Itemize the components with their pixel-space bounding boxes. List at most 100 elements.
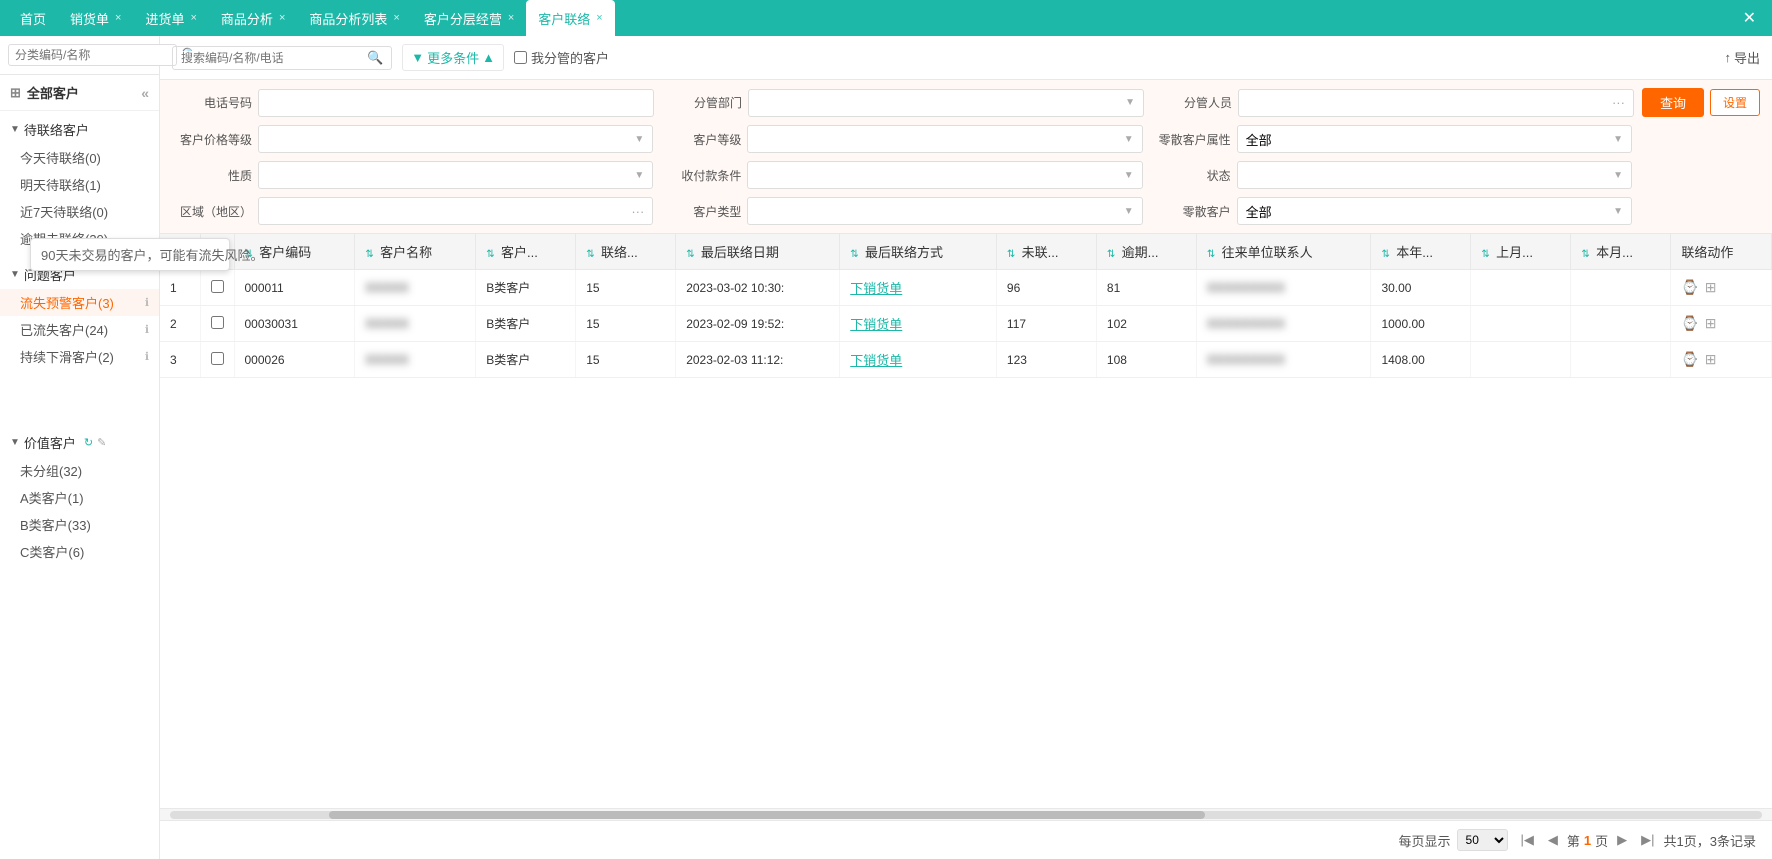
status-select[interactable]: ▼ bbox=[1237, 161, 1632, 189]
filter-row-2: 客户价格等级 ▼ 客户等级 ▼ 零散客户属性 全部 bbox=[172, 125, 1760, 153]
cell-checkbox-2 bbox=[200, 342, 234, 378]
region-dots-icon[interactable]: ··· bbox=[631, 204, 644, 219]
query-button[interactable]: 查询 bbox=[1642, 88, 1704, 117]
tab-product-analysis[interactable]: 商品分析 × bbox=[209, 0, 297, 36]
tab-sales-close[interactable]: × bbox=[115, 12, 121, 24]
tab-purchase-close[interactable]: × bbox=[190, 12, 196, 24]
retail-attr-select[interactable]: 全部 ▼ bbox=[1237, 125, 1632, 153]
sidebar-item-class-c[interactable]: C类客户(6) bbox=[0, 538, 159, 565]
my-customers-check[interactable] bbox=[514, 51, 527, 64]
tab-product-analysis-label: 商品分析 bbox=[221, 9, 273, 28]
search-submit-icon[interactable]: 🔍 bbox=[367, 50, 383, 66]
sidebar-collapse-button[interactable]: « bbox=[141, 85, 149, 101]
row-checkbox-2[interactable] bbox=[211, 352, 224, 365]
sidebar-item-declining[interactable]: 持续下滑客户(2) ℹ bbox=[0, 343, 159, 370]
nature-select[interactable]: ▼ bbox=[258, 161, 653, 189]
refresh-icon[interactable]: ↻ bbox=[84, 436, 93, 449]
contact-action-icon-0[interactable]: ⌚ bbox=[1681, 279, 1698, 296]
manager-dots-icon[interactable]: ··· bbox=[1612, 95, 1625, 110]
sidebar-search-input[interactable] bbox=[8, 44, 177, 66]
tab-customer-contact[interactable]: 客户联络 × bbox=[526, 0, 614, 36]
customer-level-select[interactable]: ▼ bbox=[747, 125, 1142, 153]
tab-customer-seg-close[interactable]: × bbox=[508, 12, 514, 24]
row-checkbox-0[interactable] bbox=[211, 280, 224, 293]
retail-value: 全部 bbox=[1246, 202, 1272, 221]
col-this-year: ⇅ 本年... bbox=[1371, 234, 1471, 270]
last-page-button[interactable]: ▶| bbox=[1636, 830, 1659, 850]
export-button[interactable]: ↑ 导出 bbox=[1724, 48, 1760, 67]
sidebar-group-pending-title[interactable]: ▼ 待联络客户 bbox=[0, 115, 159, 144]
tab-purchase-label: 进货单 bbox=[145, 9, 184, 28]
sidebar-item-unclassified[interactable]: 未分组(32) bbox=[0, 457, 159, 484]
method-link-2[interactable]: 下销货单 bbox=[850, 353, 902, 368]
row-checkbox-1[interactable] bbox=[211, 316, 224, 329]
filter-phone: 电话号码 bbox=[172, 89, 654, 117]
sidebar-item-class-a[interactable]: A类客户(1) bbox=[0, 484, 159, 511]
sort-icon-level[interactable]: ⇅ bbox=[486, 249, 494, 260]
search-input[interactable] bbox=[181, 51, 361, 65]
first-page-button[interactable]: |◀ bbox=[1516, 830, 1539, 850]
more-conditions-button[interactable]: ▼ 更多条件 ▲ bbox=[402, 44, 504, 71]
sidebar-all-customers[interactable]: ⊞ 全部客户 « bbox=[0, 75, 159, 111]
sidebar-item-week[interactable]: 近7天待联络(0) bbox=[0, 198, 159, 225]
phone-input[interactable] bbox=[258, 89, 654, 117]
method-link-1[interactable]: 下销货单 bbox=[850, 317, 902, 332]
col-last-method: ⇅ 最后联络方式 bbox=[840, 234, 997, 270]
prev-page-button[interactable]: ◀ bbox=[1543, 830, 1563, 850]
more-action-icon-1[interactable]: ⊞ bbox=[1705, 315, 1717, 332]
edit-icon[interactable]: ✎ bbox=[97, 436, 106, 449]
filter-icon: ▼ bbox=[411, 50, 424, 65]
contact-action-icon-2[interactable]: ⌚ bbox=[1681, 351, 1698, 368]
more-action-icon-0[interactable]: ⊞ bbox=[1705, 279, 1717, 296]
customer-type-select[interactable]: ▼ bbox=[747, 197, 1142, 225]
close-all-button[interactable]: ✕ bbox=[1735, 8, 1764, 28]
sort-icon-year[interactable]: ⇅ bbox=[1381, 249, 1389, 260]
dept-select[interactable]: ▼ bbox=[748, 89, 1144, 117]
settings-button[interactable]: 设置 bbox=[1710, 89, 1760, 116]
tab-customer-contact-close[interactable]: × bbox=[596, 12, 602, 24]
page-size-select[interactable]: 50 100 200 bbox=[1457, 829, 1508, 851]
sort-icon-date[interactable]: ⇅ bbox=[686, 249, 694, 260]
sort-icon-name[interactable]: ⇅ bbox=[365, 249, 373, 260]
tab-home[interactable]: 首页 bbox=[8, 0, 58, 36]
tab-purchase-order[interactable]: 进货单 × bbox=[133, 0, 208, 36]
filter-nature: 性质 ▼ bbox=[172, 161, 653, 189]
filter-manager: 分管人员 ··· bbox=[1152, 89, 1634, 117]
tab-product-analysis-list[interactable]: 商品分析列表 × bbox=[297, 0, 411, 36]
region-select[interactable]: ··· bbox=[258, 197, 653, 225]
sort-icon-contacts[interactable]: ⇅ bbox=[1207, 249, 1215, 260]
retail-select[interactable]: 全部 ▼ bbox=[1237, 197, 1632, 225]
cell-name-0: XXXXX bbox=[355, 270, 476, 306]
sort-icon-overdue[interactable]: ⇅ bbox=[1107, 249, 1115, 260]
contact-action-icon-1[interactable]: ⌚ bbox=[1681, 315, 1698, 332]
cell-overdue-0: 81 bbox=[1096, 270, 1196, 306]
cell-code-1: 00030031 bbox=[234, 306, 355, 342]
cell-contact-2: 15 bbox=[576, 342, 676, 378]
sort-icon-not[interactable]: ⇅ bbox=[1007, 249, 1015, 260]
tab-product-list-close[interactable]: × bbox=[393, 12, 399, 24]
tab-customer-segmentation[interactable]: 客户分层经营 × bbox=[412, 0, 526, 36]
sidebar-item-today[interactable]: 今天待联络(0) bbox=[0, 144, 159, 171]
sidebar-item-churn-warning[interactable]: 流失预警客户(3) ℹ bbox=[0, 289, 159, 316]
my-customers-checkbox[interactable]: 我分管的客户 bbox=[514, 48, 609, 67]
next-page-button[interactable]: ▶ bbox=[1612, 830, 1632, 850]
sort-icon-tm[interactable]: ⇅ bbox=[1581, 249, 1589, 260]
tab-sales-order[interactable]: 销货单 × bbox=[58, 0, 133, 36]
more-action-icon-2[interactable]: ⊞ bbox=[1705, 351, 1717, 368]
scrollbar-thumb[interactable] bbox=[329, 811, 1205, 819]
sort-icon-contact[interactable]: ⇅ bbox=[586, 249, 594, 260]
payment-select[interactable]: ▼ bbox=[747, 161, 1142, 189]
sidebar-item-churned[interactable]: 已流失客户(24) ℹ bbox=[0, 316, 159, 343]
manager-select[interactable]: ··· bbox=[1238, 89, 1634, 117]
sidebar-item-tomorrow[interactable]: 明天待联络(1) bbox=[0, 171, 159, 198]
sidebar-group-value-title[interactable]: ▼ 价值客户 ↻ ✎ bbox=[0, 428, 159, 457]
sidebar: 🔍 ⊞ 全部客户 « ▼ 待联络客户 今天待联络(0) 明天待联络(1) 近7天… bbox=[0, 36, 160, 859]
cell-contact-1: 15 bbox=[576, 306, 676, 342]
sort-icon-lm[interactable]: ⇅ bbox=[1481, 249, 1489, 260]
sort-icon-method[interactable]: ⇅ bbox=[850, 249, 858, 260]
tab-product-analysis-close[interactable]: × bbox=[279, 12, 285, 24]
method-link-0[interactable]: 下销货单 bbox=[850, 281, 902, 296]
price-level-select[interactable]: ▼ bbox=[258, 125, 653, 153]
sidebar-item-class-b[interactable]: B类客户(33) bbox=[0, 511, 159, 538]
horizontal-scrollbar[interactable] bbox=[160, 808, 1772, 820]
